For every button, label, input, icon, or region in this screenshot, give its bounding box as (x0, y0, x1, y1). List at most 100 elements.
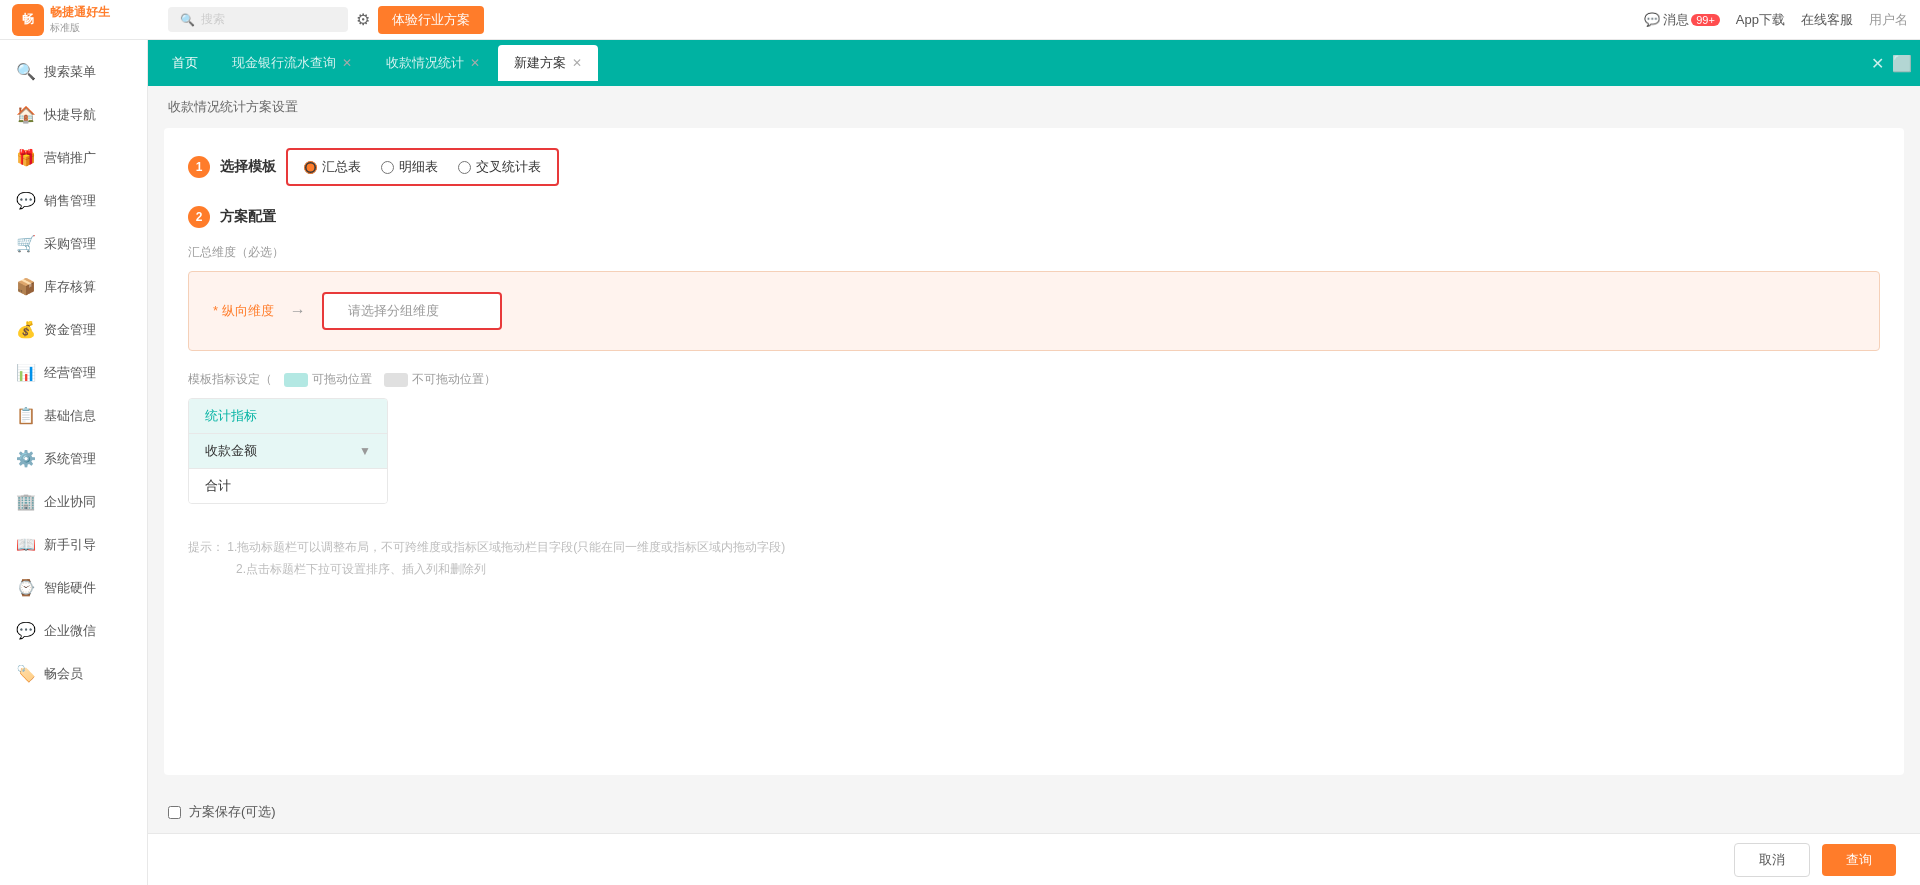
tab-new-plan-label: 新建方案 (514, 54, 566, 72)
search-icon: 🔍 (180, 13, 195, 27)
sidebar-item-guide[interactable]: 📖 新手引导 (0, 523, 147, 566)
sidebar-item-search-menu[interactable]: 🔍 搜索菜单 (0, 50, 147, 93)
radio-summary-label: 汇总表 (322, 158, 361, 176)
tab-cashflow-label: 现金银行流水查询 (232, 54, 336, 72)
indicators-grid: 统计指标 收款金额 ▼ 合计 (188, 398, 388, 504)
guide-icon: 📖 (16, 535, 36, 554)
draggable-dot (284, 373, 308, 387)
step2-section: 2 方案配置 汇总维度（必选） * 纵向维度 → 请选择分组维度 (188, 206, 1880, 590)
save-checkbox[interactable] (168, 806, 181, 819)
sidebar-item-marketing[interactable]: 🎁 营销推广 (0, 136, 147, 179)
purchase-icon: 🛒 (16, 234, 36, 253)
sidebar-item-system[interactable]: ⚙️ 系统管理 (0, 437, 147, 480)
dimension-section: 汇总维度（必选） * 纵向维度 → 请选择分组维度 (188, 244, 1880, 351)
indicators-subtotal: 合计 (189, 469, 387, 503)
sidebar-item-label: 畅会员 (44, 665, 83, 683)
query-button[interactable]: 查询 (1822, 844, 1896, 876)
marketing-icon: 🎁 (16, 148, 36, 167)
legend-nodrag: 不可拖动位置） (384, 371, 496, 388)
inventory-icon: 📦 (16, 277, 36, 296)
page-content: 收款情况统计方案设置 1 选择模板 汇总表 (148, 86, 1920, 833)
cancel-button[interactable]: 取消 (1734, 843, 1810, 877)
step1-number: 1 (188, 156, 210, 178)
sidebar-item-basic[interactable]: 📋 基础信息 (0, 394, 147, 437)
arrow-icon: → (290, 302, 306, 320)
sidebar-item-member[interactable]: 🏷️ 畅会员 (0, 652, 147, 695)
dimension-select-btn[interactable]: 请选择分组维度 (322, 292, 502, 330)
legend-draggable-label: 可拖动位置 (312, 371, 372, 388)
message-icon[interactable]: 💬 消息99+ (1644, 11, 1720, 29)
sidebar-item-quick-nav[interactable]: 🏠 快捷导航 (0, 93, 147, 136)
sidebar-item-label: 采购管理 (44, 235, 96, 253)
dimension-box: * 纵向维度 → 请选择分组维度 (188, 271, 1880, 351)
search-menu-icon: 🔍 (16, 62, 36, 81)
top-bar-right: 💬 消息99+ App下载 在线客服 用户名 (1644, 11, 1908, 29)
radio-detail-label: 明细表 (399, 158, 438, 176)
save-label[interactable]: 方案保存(可选) (189, 803, 276, 821)
member-icon: 🏷️ (16, 664, 36, 683)
template-radio-group: 汇总表 明细表 交叉统计表 (286, 148, 559, 186)
legend-draggable: 可拖动位置 (284, 371, 372, 388)
sales-icon: 💬 (16, 191, 36, 210)
sidebar-item-label: 营销推广 (44, 149, 96, 167)
sidebar-item-enterprise[interactable]: 🏢 企业协同 (0, 480, 147, 523)
message-label: 消息 (1663, 12, 1689, 27)
sidebar-item-label: 基础信息 (44, 407, 96, 425)
step2-title: 2 方案配置 (188, 206, 1880, 228)
service-label[interactable]: 在线客服 (1801, 11, 1853, 29)
step2-number: 2 (188, 206, 210, 228)
sidebar-item-wechat[interactable]: 💬 企业微信 (0, 609, 147, 652)
maximize-icon[interactable]: ⬜ (1892, 54, 1912, 73)
sidebar-item-operation[interactable]: 📊 经营管理 (0, 351, 147, 394)
tab-cashflow[interactable]: 现金银行流水查询 ✕ (216, 45, 368, 81)
close-window-icon[interactable]: ✕ (1871, 54, 1884, 73)
system-icon: ⚙️ (16, 449, 36, 468)
sidebar-item-finance[interactable]: 💰 资金管理 (0, 308, 147, 351)
radio-detail[interactable]: 明细表 (381, 158, 438, 176)
sidebar-item-purchase[interactable]: 🛒 采购管理 (0, 222, 147, 265)
tab-bar-right: ✕ ⬜ (1871, 54, 1912, 73)
footer-bar: 取消 查询 (148, 833, 1920, 885)
indicators-title-text: 模板指标设定（ (188, 371, 272, 388)
main-card: 1 选择模板 汇总表 明细表 (164, 128, 1904, 775)
sidebar-item-label: 搜索菜单 (44, 63, 96, 81)
item-dropdown-icon[interactable]: ▼ (359, 444, 371, 458)
nodrag-dot (384, 373, 408, 387)
dimension-title: 汇总维度（必选） (188, 244, 1880, 261)
indicators-item-collection[interactable]: 收款金额 ▼ (189, 434, 387, 469)
download-label[interactable]: App下载 (1736, 11, 1785, 29)
tab-collection-close[interactable]: ✕ (470, 56, 480, 70)
sidebar-item-inventory[interactable]: 📦 库存核算 (0, 265, 147, 308)
radio-summary[interactable]: 汇总表 (304, 158, 361, 176)
tab-new-plan-close[interactable]: ✕ (572, 56, 582, 70)
tab-new-plan[interactable]: 新建方案 ✕ (498, 45, 598, 81)
search-bar: 🔍 搜索 (168, 7, 348, 32)
message-badge: 99+ (1691, 14, 1720, 26)
sidebar-item-label: 快捷导航 (44, 106, 96, 124)
sidebar-item-sales[interactable]: 💬 销售管理 (0, 179, 147, 222)
hardware-icon: ⌚ (16, 578, 36, 597)
tab-cashflow-close[interactable]: ✕ (342, 56, 352, 70)
indicators-section: 模板指标设定（ 可拖动位置 不可拖动位置） 统计指标 (188, 371, 1880, 507)
sidebar: 🔍 搜索菜单 🏠 快捷导航 🎁 营销推广 💬 销售管理 🛒 采购管理 📦 库存核… (0, 40, 148, 885)
indicators-header: 统计指标 (189, 399, 387, 434)
sidebar-item-hardware[interactable]: ⌚ 智能硬件 (0, 566, 147, 609)
breadcrumb-text: 收款情况统计方案设置 (168, 99, 298, 114)
step2-label: 方案配置 (220, 208, 276, 226)
sidebar-item-label: 企业微信 (44, 622, 96, 640)
breadcrumb: 收款情况统计方案设置 (148, 86, 1920, 128)
tab-collection-label: 收款情况统计 (386, 54, 464, 72)
radio-cross-label: 交叉统计表 (476, 158, 541, 176)
legend-nodrag-label: 不可拖动位置） (412, 371, 496, 388)
step1-section: 1 选择模板 汇总表 明细表 (188, 148, 1880, 186)
radio-cross[interactable]: 交叉统计表 (458, 158, 541, 176)
sidebar-item-label: 资金管理 (44, 321, 96, 339)
vertical-dim-label: * 纵向维度 (213, 302, 274, 320)
sidebar-item-label: 库存核算 (44, 278, 96, 296)
tab-collection[interactable]: 收款情况统计 ✕ (370, 45, 496, 81)
sidebar-item-label: 智能硬件 (44, 579, 96, 597)
trial-button[interactable]: 体验行业方案 (378, 6, 484, 34)
tab-home[interactable]: 首页 (156, 54, 214, 72)
user-name[interactable]: 用户名 (1869, 11, 1908, 29)
settings-icon[interactable]: ⚙ (356, 10, 370, 29)
